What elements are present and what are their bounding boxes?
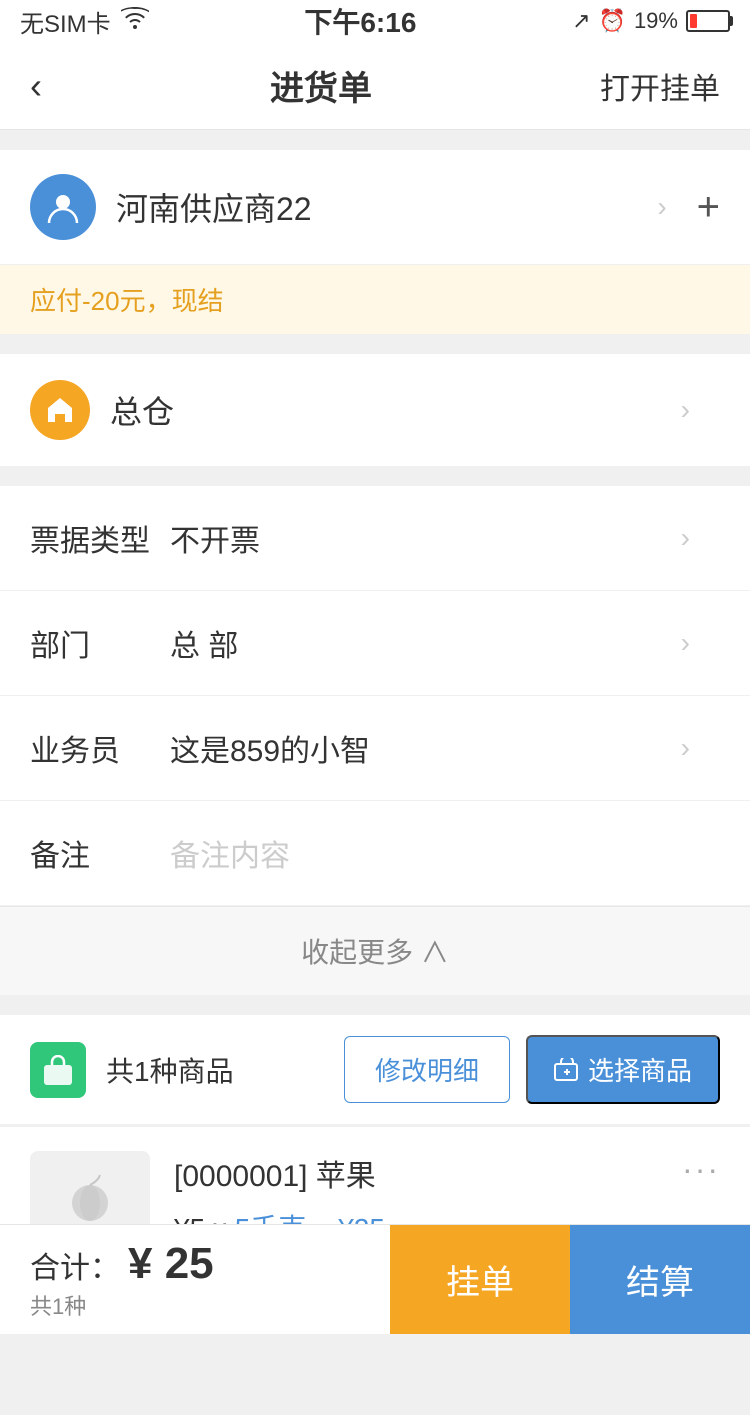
invoice-row[interactable]: 票据类型 不开票 › xyxy=(0,486,750,591)
remark-input[interactable]: 备注内容 xyxy=(170,831,720,875)
product-name: [0000001] 苹果 xyxy=(174,1151,682,1195)
supplier-row[interactable]: 河南供应商22 › + xyxy=(0,150,750,265)
product-code: [0000001] xyxy=(174,1160,316,1193)
warehouse-icon xyxy=(30,380,90,440)
total-amount: ¥ 25 xyxy=(128,1239,214,1289)
gap-2 xyxy=(0,334,750,354)
add-supplier-button[interactable]: + xyxy=(697,185,720,230)
salesman-value: 这是859的小智 xyxy=(170,726,681,770)
status-bar: 无SIM卡 下午6:16 ↗ ⏰ 19% xyxy=(0,0,750,42)
chevron-right-icon: › xyxy=(657,191,666,223)
total-section: 合计： ¥ 25 共1种 xyxy=(0,1225,390,1334)
status-time: 下午6:16 xyxy=(304,1,416,41)
warehouse-chevron-icon: › xyxy=(681,394,690,426)
warehouse-section: 总仓 › xyxy=(0,354,750,466)
remark-label: 备注 xyxy=(30,831,170,875)
total-sub: 共1种 xyxy=(30,1289,360,1321)
gap-4 xyxy=(0,995,750,1015)
products-header: 共1种商品 修改明细 选择商品 xyxy=(0,1015,750,1125)
signal-text: 无SIM卡 xyxy=(20,4,111,39)
location-icon: ↗ xyxy=(572,8,590,34)
alarm-icon: ⏰ xyxy=(599,8,626,34)
wifi-icon xyxy=(121,7,149,36)
status-right: ↗ ⏰ 19% xyxy=(572,8,730,34)
supplier-avatar xyxy=(30,174,96,240)
collapse-bar[interactable]: 收起更多 ∧ xyxy=(0,906,750,995)
remark-row[interactable]: 备注 备注内容 xyxy=(0,801,750,906)
warehouse-row[interactable]: 总仓 › xyxy=(0,354,750,466)
back-button[interactable]: ‹ xyxy=(30,65,42,107)
supplier-section: 河南供应商22 › + 应付-20元，现结 xyxy=(0,150,750,334)
select-product-label: 选择商品 xyxy=(588,1051,692,1088)
warehouse-name: 总仓 xyxy=(110,387,681,433)
hang-button[interactable]: 挂单 xyxy=(390,1225,570,1334)
open-hang-button[interactable]: 打开挂单 xyxy=(600,64,720,108)
checkout-button[interactable]: 结算 xyxy=(570,1225,750,1334)
dept-chevron-icon: › xyxy=(681,627,690,659)
invoice-chevron-icon: › xyxy=(681,522,690,554)
dept-label: 部门 xyxy=(30,621,170,665)
total-main: 合计： ¥ 25 xyxy=(30,1239,360,1289)
invoice-label: 票据类型 xyxy=(30,516,170,560)
salesman-chevron-icon: › xyxy=(681,732,690,764)
gap-3 xyxy=(0,466,750,486)
edit-detail-button[interactable]: 修改明细 xyxy=(344,1036,510,1103)
select-product-button[interactable]: 选择商品 xyxy=(526,1035,720,1104)
dept-value: 总 部 xyxy=(170,621,681,665)
bottom-bar: 合计： ¥ 25 共1种 挂单 结算 xyxy=(0,1224,750,1334)
form-section: 票据类型 不开票 › 部门 总 部 › 业务员 这是859的小智 › 备注 备注… xyxy=(0,486,750,906)
page-title: 进货单 xyxy=(270,61,372,110)
salesman-row[interactable]: 业务员 这是859的小智 › xyxy=(0,696,750,801)
product-more-button[interactable]: ··· xyxy=(682,1151,720,1188)
products-bag-icon xyxy=(30,1042,86,1098)
payment-warning: 应付-20元，现结 xyxy=(0,265,750,334)
product-title: 苹果 xyxy=(316,1160,376,1193)
invoice-value: 不开票 xyxy=(170,516,681,560)
products-count: 共1种商品 xyxy=(106,1050,344,1090)
supplier-name: 河南供应商22 xyxy=(116,184,657,230)
collapse-label: 收起更多 ∧ xyxy=(301,937,449,968)
dept-row[interactable]: 部门 总 部 › xyxy=(0,591,750,696)
battery-icon xyxy=(686,10,730,32)
gap-1 xyxy=(0,130,750,150)
status-left: 无SIM卡 xyxy=(20,4,149,39)
total-label: 合计： xyxy=(30,1243,120,1287)
salesman-label: 业务员 xyxy=(30,726,170,770)
battery-percent: 19% xyxy=(634,8,678,34)
nav-bar: ‹ 进货单 打开挂单 xyxy=(0,42,750,130)
